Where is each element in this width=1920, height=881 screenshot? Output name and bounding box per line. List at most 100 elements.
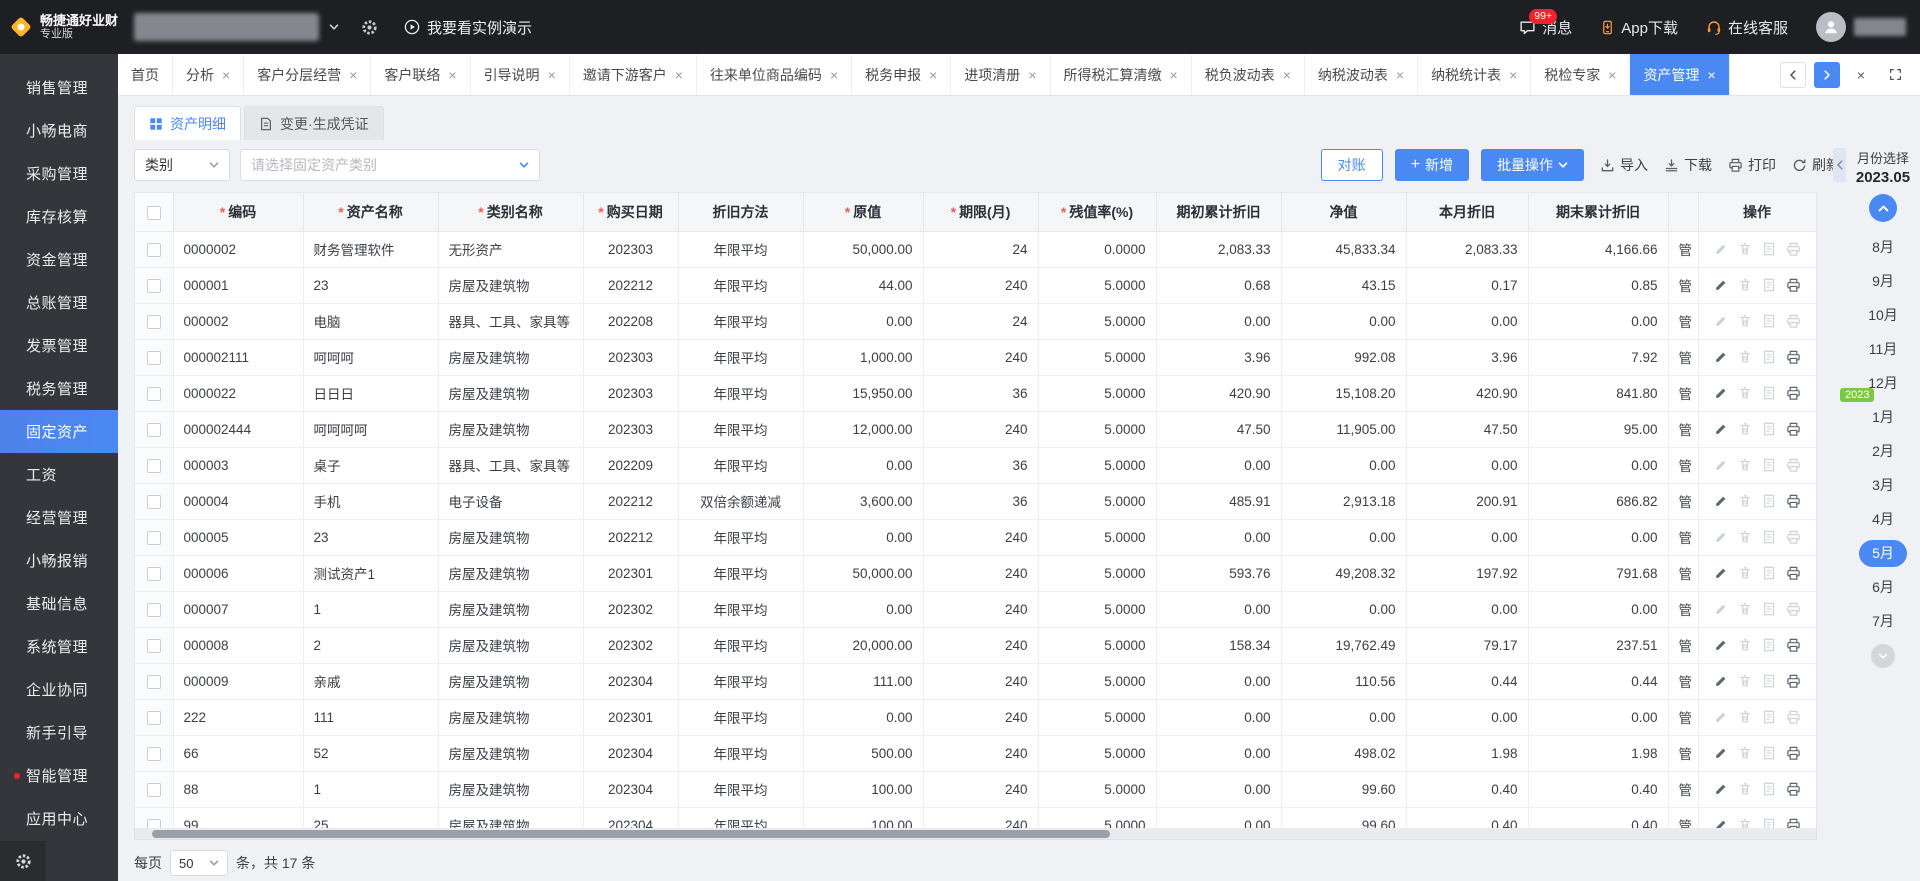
delete-icon[interactable] — [1738, 638, 1752, 652]
select-all-checkbox[interactable] — [146, 205, 161, 220]
delete-icon[interactable] — [1738, 818, 1752, 828]
row-checkbox[interactable] — [146, 530, 161, 545]
print-icon[interactable] — [1786, 710, 1801, 725]
batch-actions-button[interactable]: 批量操作 — [1481, 149, 1584, 181]
month-item[interactable]: 5月 — [1859, 536, 1907, 570]
edit-icon[interactable] — [1714, 458, 1728, 472]
print-icon[interactable] — [1786, 242, 1801, 257]
edit-icon[interactable] — [1714, 710, 1728, 724]
tab[interactable]: 进项清册 × — [951, 54, 1051, 95]
download-button[interactable]: 下载 — [1664, 155, 1712, 175]
tabs-scroll-left-button[interactable] — [1780, 61, 1806, 88]
voucher-icon[interactable] — [1762, 782, 1776, 796]
month-item[interactable]: 9月 — [1859, 264, 1907, 298]
subtab[interactable]: 资产明细 — [134, 106, 241, 140]
delete-icon[interactable] — [1738, 746, 1752, 760]
voucher-icon[interactable] — [1762, 674, 1776, 688]
edit-icon[interactable] — [1714, 494, 1728, 508]
tabs-scroll-right-button[interactable] — [1814, 61, 1840, 88]
tab[interactable]: 首页 — [118, 54, 173, 95]
edit-icon[interactable] — [1714, 674, 1728, 688]
print-button[interactable]: 打印 — [1728, 155, 1776, 175]
delete-icon[interactable] — [1738, 350, 1752, 364]
edit-icon[interactable] — [1714, 602, 1728, 616]
delete-icon[interactable] — [1738, 314, 1752, 328]
print-icon[interactable] — [1786, 566, 1801, 581]
tab-close-icon[interactable]: × — [675, 68, 683, 82]
reconcile-button[interactable]: 对账 — [1320, 149, 1383, 181]
month-panel-collapse-handle[interactable] — [1833, 148, 1846, 182]
add-button[interactable]: + 新增 — [1394, 149, 1469, 181]
edit-icon[interactable] — [1714, 566, 1728, 580]
sidebar-item[interactable]: 采购管理 — [0, 152, 118, 195]
tab[interactable]: 客户分层经营 × — [244, 54, 372, 95]
tab-close-icon[interactable]: × — [1509, 68, 1517, 82]
delete-icon[interactable] — [1738, 458, 1752, 472]
edit-icon[interactable] — [1714, 746, 1728, 760]
edit-icon[interactable] — [1714, 278, 1728, 292]
asset-category-select[interactable]: 请选择固定资产类别 — [240, 149, 540, 181]
edit-icon[interactable] — [1714, 422, 1728, 436]
voucher-icon[interactable] — [1762, 386, 1776, 400]
tab[interactable]: 税检专家 × — [1531, 54, 1631, 95]
delete-icon[interactable] — [1738, 674, 1752, 688]
voucher-icon[interactable] — [1762, 710, 1776, 724]
sidebar-item[interactable]: 小畅电商 — [0, 109, 118, 152]
category-type-select[interactable]: 类别 — [134, 149, 230, 181]
row-checkbox[interactable] — [146, 422, 161, 437]
print-icon[interactable] — [1786, 314, 1801, 329]
month-item[interactable]: 4月 — [1859, 502, 1907, 536]
subtab[interactable]: 变更·生成凭证 — [244, 106, 384, 140]
delete-icon[interactable] — [1738, 494, 1752, 508]
print-icon[interactable] — [1786, 386, 1801, 401]
tab[interactable]: 税务申报 × — [852, 54, 952, 95]
sidebar-item[interactable]: 工资 — [0, 453, 118, 496]
print-icon[interactable] — [1786, 638, 1801, 653]
print-icon[interactable] — [1786, 818, 1801, 828]
tab[interactable]: 纳税波动表 × — [1305, 54, 1419, 95]
row-checkbox[interactable] — [146, 818, 161, 828]
row-checkbox[interactable] — [146, 314, 161, 329]
delete-icon[interactable] — [1738, 530, 1752, 544]
print-icon[interactable] — [1786, 782, 1801, 797]
delete-icon[interactable] — [1738, 386, 1752, 400]
tab-close-icon[interactable]: × — [1608, 68, 1616, 82]
settings-gear-icon[interactable] — [361, 19, 378, 36]
sidebar-item[interactable]: 新手引导 — [0, 711, 118, 754]
sidebar-item[interactable]: 资金管理 — [0, 238, 118, 281]
delete-icon[interactable] — [1738, 242, 1752, 256]
user-menu[interactable] — [1816, 12, 1906, 42]
edit-icon[interactable] — [1714, 386, 1728, 400]
month-item[interactable]: 2月 — [1859, 434, 1907, 468]
tab[interactable]: 纳税统计表 × — [1418, 54, 1532, 95]
tab[interactable]: 分析 × — [173, 54, 245, 95]
sidebar-settings-button[interactable] — [0, 841, 46, 881]
voucher-icon[interactable] — [1762, 566, 1776, 580]
delete-icon[interactable] — [1738, 566, 1752, 580]
print-icon[interactable] — [1786, 746, 1801, 761]
row-checkbox[interactable] — [146, 710, 161, 725]
edit-icon[interactable] — [1714, 350, 1728, 364]
edit-icon[interactable] — [1714, 638, 1728, 652]
close-all-tabs-button[interactable]: × — [1848, 61, 1874, 88]
month-scroll-down-button[interactable] — [1871, 644, 1895, 668]
edit-icon[interactable] — [1714, 782, 1728, 796]
month-item[interactable]: 7月 — [1859, 604, 1907, 638]
voucher-icon[interactable] — [1762, 530, 1776, 544]
month-item[interactable]: 11月 — [1859, 332, 1907, 366]
demo-link[interactable]: 我要看实例演示 — [404, 17, 532, 38]
tab[interactable]: 资产管理 × — [1630, 54, 1730, 95]
tab[interactable]: 邀请下游客户 × — [570, 54, 697, 95]
page-size-select[interactable]: 50 — [170, 850, 228, 876]
edit-icon[interactable] — [1714, 314, 1728, 328]
sidebar-item[interactable]: 总账管理 — [0, 281, 118, 324]
tab-close-icon[interactable]: × — [1283, 68, 1291, 82]
sidebar-item[interactable]: 小畅报销 — [0, 539, 118, 582]
edit-icon[interactable] — [1714, 242, 1728, 256]
voucher-icon[interactable] — [1762, 818, 1776, 828]
tab[interactable]: 税负波动表 × — [1192, 54, 1305, 95]
voucher-icon[interactable] — [1762, 350, 1776, 364]
voucher-icon[interactable] — [1762, 638, 1776, 652]
delete-icon[interactable] — [1738, 710, 1752, 724]
print-icon[interactable] — [1786, 674, 1801, 689]
